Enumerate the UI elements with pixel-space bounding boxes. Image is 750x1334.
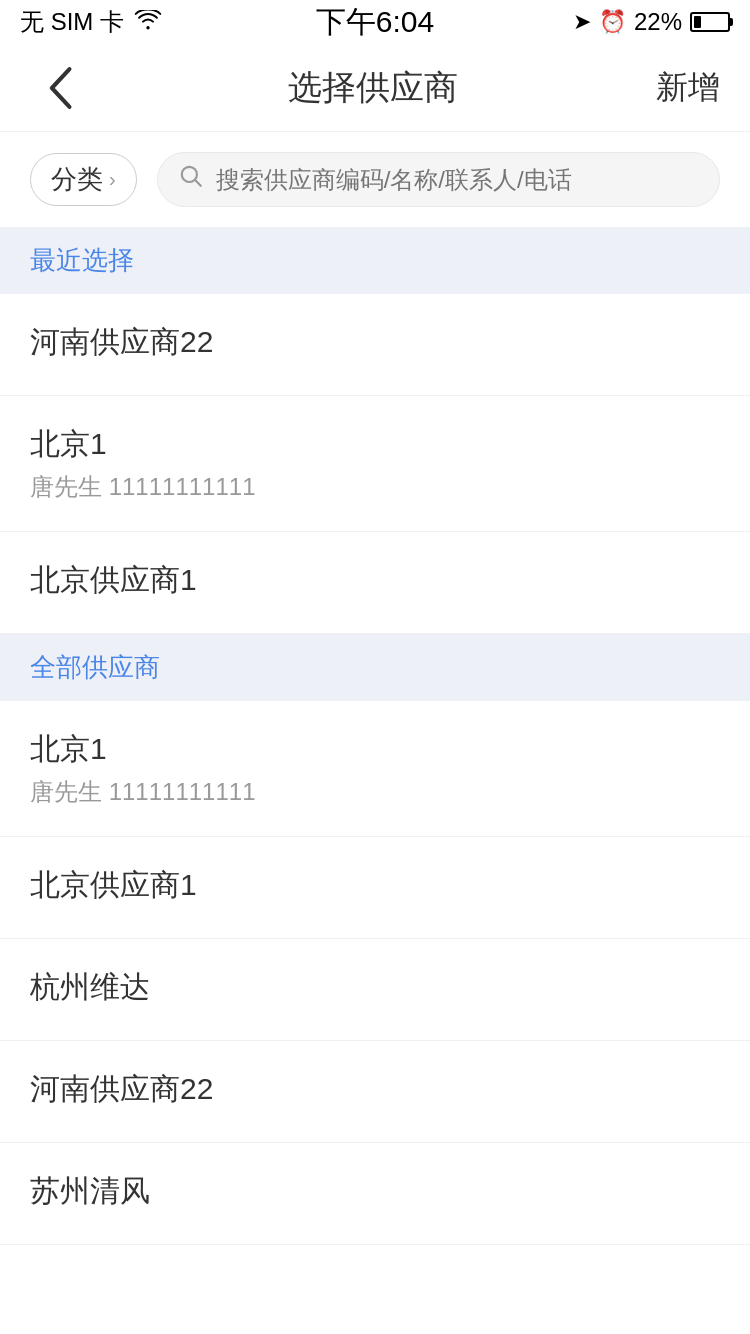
item-name: 河南供应商22 — [30, 322, 720, 363]
item-name: 北京1 — [30, 424, 720, 465]
list-item[interactable]: 北京供应商1 — [0, 532, 750, 634]
recent-section-label: 最近选择 — [30, 245, 134, 275]
alarm-icon: ⏰ — [599, 9, 626, 35]
item-sub: 唐先生 11111111111 — [30, 776, 720, 808]
list-item[interactable]: 北京供应商1 — [0, 837, 750, 939]
nav-bar: 选择供应商 新增 — [0, 44, 750, 132]
all-section-label: 全部供应商 — [30, 652, 160, 682]
page-title: 选择供应商 — [288, 65, 458, 111]
item-name: 北京1 — [30, 729, 720, 770]
filter-bar: 分类 › — [0, 132, 750, 227]
list-item[interactable]: 苏州清风 — [0, 1143, 750, 1245]
list-item[interactable]: 北京1 唐先生 11111111111 — [0, 396, 750, 532]
chevron-right-icon: › — [109, 168, 116, 191]
battery-percent: 22% — [634, 8, 682, 36]
list-item[interactable]: 河南供应商22 — [0, 1041, 750, 1143]
back-button[interactable] — [30, 58, 90, 118]
status-bar: 无 SIM 卡 下午6:04 ➤ ⏰ 22% — [0, 0, 750, 44]
add-button[interactable]: 新增 — [656, 66, 720, 110]
status-left: 无 SIM 卡 — [20, 6, 162, 38]
all-items-list: 北京1 唐先生 11111111111 北京供应商1 杭州维达河南供应商22 苏州清风 — [0, 701, 750, 1245]
list-item[interactable]: 河南供应商22 — [0, 294, 750, 396]
status-right: ➤ ⏰ 22% — [573, 8, 730, 36]
status-time: 下午6:04 — [316, 2, 434, 43]
location-icon: ➤ — [573, 9, 591, 35]
list-item[interactable]: 北京1 唐先生 11111111111 — [0, 701, 750, 837]
recent-items-list: 河南供应商22 北京1 唐先生 11111111111 北京供应商1 — [0, 294, 750, 634]
search-icon — [178, 163, 204, 196]
item-name: 苏州清风 — [30, 1171, 720, 1212]
all-section-header: 全部供应商 — [0, 634, 750, 701]
item-name: 北京供应商1 — [30, 865, 720, 906]
item-name: 北京供应商1 — [30, 560, 720, 601]
category-label: 分类 — [51, 162, 103, 197]
wifi-icon — [134, 8, 162, 36]
item-name: 河南供应商22 — [30, 1069, 720, 1110]
no-sim-text: 无 SIM 卡 — [20, 6, 124, 38]
list-item[interactable]: 杭州维达 — [0, 939, 750, 1041]
category-filter-button[interactable]: 分类 › — [30, 153, 137, 206]
search-input[interactable] — [216, 166, 699, 194]
battery-icon — [690, 12, 730, 32]
item-name: 杭州维达 — [30, 967, 720, 1008]
search-box — [157, 152, 720, 207]
item-sub: 唐先生 11111111111 — [30, 471, 720, 503]
recent-section-header: 最近选择 — [0, 227, 750, 294]
